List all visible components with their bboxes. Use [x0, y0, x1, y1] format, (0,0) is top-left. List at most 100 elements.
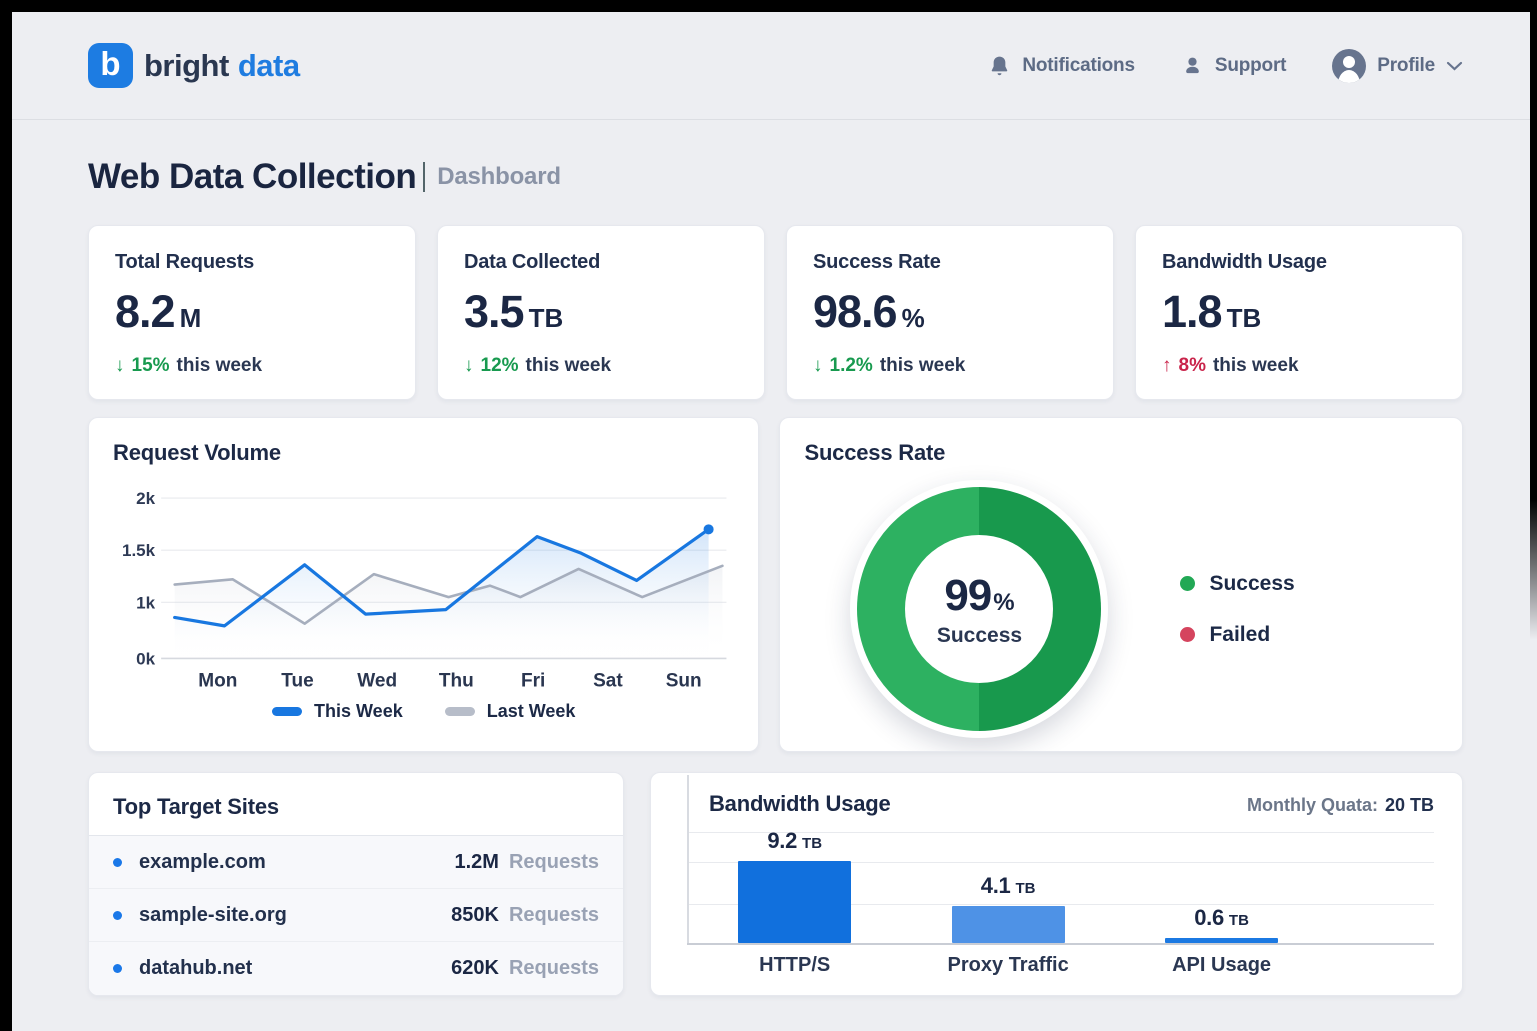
- bandwidth-bars: 9.2 TB 4.1 TB 0.6 TB: [688, 819, 1328, 943]
- request-volume-card: Request Volume 2k 1.5k 1k 0k Mon Tue Wed Thu Fri…: [88, 417, 760, 752]
- stat-delta: ↓ 12% this week: [464, 355, 738, 377]
- notifications-button[interactable]: Notifications: [988, 54, 1135, 78]
- bullet-dot-icon: [113, 910, 122, 920]
- delta-percent: 12%: [480, 355, 519, 376]
- request-volume-title: Request Volume: [113, 440, 281, 465]
- arrow-down-icon: ↓: [115, 355, 125, 376]
- stat-number: 98.6: [813, 286, 898, 337]
- bar-value-unit: TB: [1015, 880, 1036, 897]
- stat-value: 8.2 M: [115, 289, 389, 334]
- delta-period: this week: [1212, 355, 1299, 376]
- svg-text:Mon: Mon: [198, 671, 237, 692]
- stat-card: Bandwidth Usage 1.8 TB ↑ 8% this week: [1135, 225, 1463, 400]
- top-target-sites-list: example.com 1.2M Requests sample-site.org 85…: [89, 836, 623, 995]
- site-request-unit: Requests: [508, 957, 599, 979]
- stat-number: 3.5: [464, 286, 525, 337]
- brand-logo[interactable]: b bright data: [88, 43, 300, 88]
- stat-delta: ↓ 15% this week: [115, 355, 389, 377]
- svg-text:Fri: Fri: [521, 671, 545, 692]
- stat-unit: %: [901, 303, 925, 333]
- bell-icon: [988, 54, 1011, 78]
- stat-card: Data Collected 3.5 TB ↓ 12% this week: [437, 225, 765, 400]
- bullet-dot-icon: [113, 964, 122, 973]
- request-volume-chart: 2k 1.5k 1k 0k Mon Tue Wed Thu Fri Sat Sun: [122, 489, 727, 692]
- arrow-up-icon: ↑: [1162, 355, 1172, 376]
- top-target-sites-card: Top Target Sites example.com 1.2M Requests…: [88, 772, 624, 996]
- site-request-count: 1.2M: [454, 850, 499, 873]
- site-domain: sample-site.org: [139, 903, 287, 926]
- top-target-sites-title: Top Target Sites: [89, 773, 623, 836]
- bar-value: 9.2: [767, 828, 798, 853]
- stat-number: 1.8: [1162, 286, 1223, 337]
- svg-text:Tue: Tue: [281, 671, 313, 692]
- svg-text:Wed: Wed: [357, 671, 397, 692]
- success-rate-title: Success Rate: [804, 440, 946, 465]
- bar-category-label: API Usage: [1172, 954, 1272, 976]
- support-button[interactable]: Support: [1181, 54, 1286, 78]
- stat-delta: ↑ 8% this week: [1162, 355, 1436, 377]
- svg-text:0k: 0k: [136, 649, 155, 668]
- stat-unit: M: [179, 303, 202, 333]
- dashboard-app: b bright data Notifications Support Prof…: [12, 12, 1537, 1031]
- success-rate-donut-chart: 99 % Success: [850, 480, 1109, 738]
- bar-value-unit: TB: [1228, 912, 1249, 929]
- stat-delta: ↓ 1.2% this week: [813, 355, 1087, 377]
- site-domain: example.com: [139, 850, 266, 873]
- legend-label: Last Week: [486, 700, 576, 721]
- svg-text:1k: 1k: [136, 593, 155, 612]
- arrow-down-icon: ↓: [813, 355, 823, 376]
- bar-value-label: 0.6 TB: [1194, 905, 1249, 931]
- legend-dot-icon: [1180, 627, 1196, 642]
- avatar-icon: [1332, 48, 1367, 83]
- svg-text:Thu: Thu: [439, 671, 474, 692]
- site-domain: datahub.net: [139, 957, 253, 979]
- bar-category-label: Proxy Traffic: [947, 954, 1069, 976]
- site-row: sample-site.org 850K Requests: [89, 889, 623, 942]
- delta-percent: 8%: [1178, 355, 1206, 376]
- svg-text:2k: 2k: [136, 489, 155, 508]
- donut-center-label: Success: [936, 623, 1023, 647]
- bar-value-label: 4.1 TB: [981, 873, 1036, 899]
- stat-value: 1.8 TB: [1162, 289, 1436, 334]
- stats-row: Total Requests 8.2 M ↓ 15% this week Data Coll…: [88, 225, 1463, 400]
- legend-label: This Week: [314, 700, 403, 721]
- title-separator: [423, 162, 426, 192]
- stat-label: Bandwidth Usage: [1162, 251, 1327, 273]
- monthly-quota: Monthly Quata: 20 TB: [1247, 795, 1434, 816]
- delta-period: this week: [176, 355, 263, 376]
- legend-item: This Week: [272, 701, 403, 722]
- legend-swatch: [272, 706, 303, 716]
- support-person-icon: [1181, 54, 1204, 78]
- bandwidth-x-labels: HTTP/S Proxy Traffic API Usage: [688, 954, 1328, 977]
- brand-logo-mark-icon: b: [88, 43, 133, 88]
- profile-menu[interactable]: Profile: [1332, 48, 1463, 83]
- bar-group: 9.2 TB: [688, 828, 901, 943]
- bar-value-label: 9.2 TB: [767, 828, 822, 854]
- legend-label: Failed: [1209, 622, 1271, 646]
- site-row: example.com 1.2M Requests: [89, 836, 623, 889]
- stat-label: Data Collected: [464, 251, 601, 273]
- bandwidth-usage-card: Bandwidth Usage Monthly Quata: 20 TB 9.2…: [649, 772, 1463, 996]
- stat-card: Total Requests 8.2 M ↓ 15% this week: [88, 225, 416, 400]
- header-nav: Notifications Support Profile: [988, 48, 1463, 83]
- bar-value: 0.6: [1194, 905, 1224, 930]
- stat-unit: TB: [528, 303, 564, 333]
- bar-value-unit: TB: [802, 835, 823, 852]
- legend-item: Failed: [1180, 623, 1294, 647]
- legend-item: Last Week: [444, 700, 576, 722]
- page-subtitle: Dashboard: [437, 163, 561, 190]
- stat-label: Success Rate: [813, 251, 941, 273]
- bar-category-label: HTTP/S: [759, 954, 831, 976]
- bar-group: 4.1 TB: [901, 873, 1114, 943]
- donut-center-unit: %: [993, 588, 1015, 616]
- svg-text:Sun: Sun: [666, 671, 702, 692]
- legend-item: Success: [1180, 572, 1295, 596]
- delta-percent: 15%: [131, 355, 170, 376]
- site-request-count: 620K: [451, 957, 499, 979]
- success-rate-card: Success Rate 99 % Success Success Failed: [779, 417, 1463, 752]
- bar-value: 4.1: [980, 873, 1011, 898]
- page-title: Web Data Collection: [88, 157, 417, 196]
- request-volume-legend: This Week Last Week: [113, 701, 734, 722]
- bar-group: 0.6 TB: [1115, 905, 1328, 943]
- bandwidth-baseline: [686, 943, 1434, 945]
